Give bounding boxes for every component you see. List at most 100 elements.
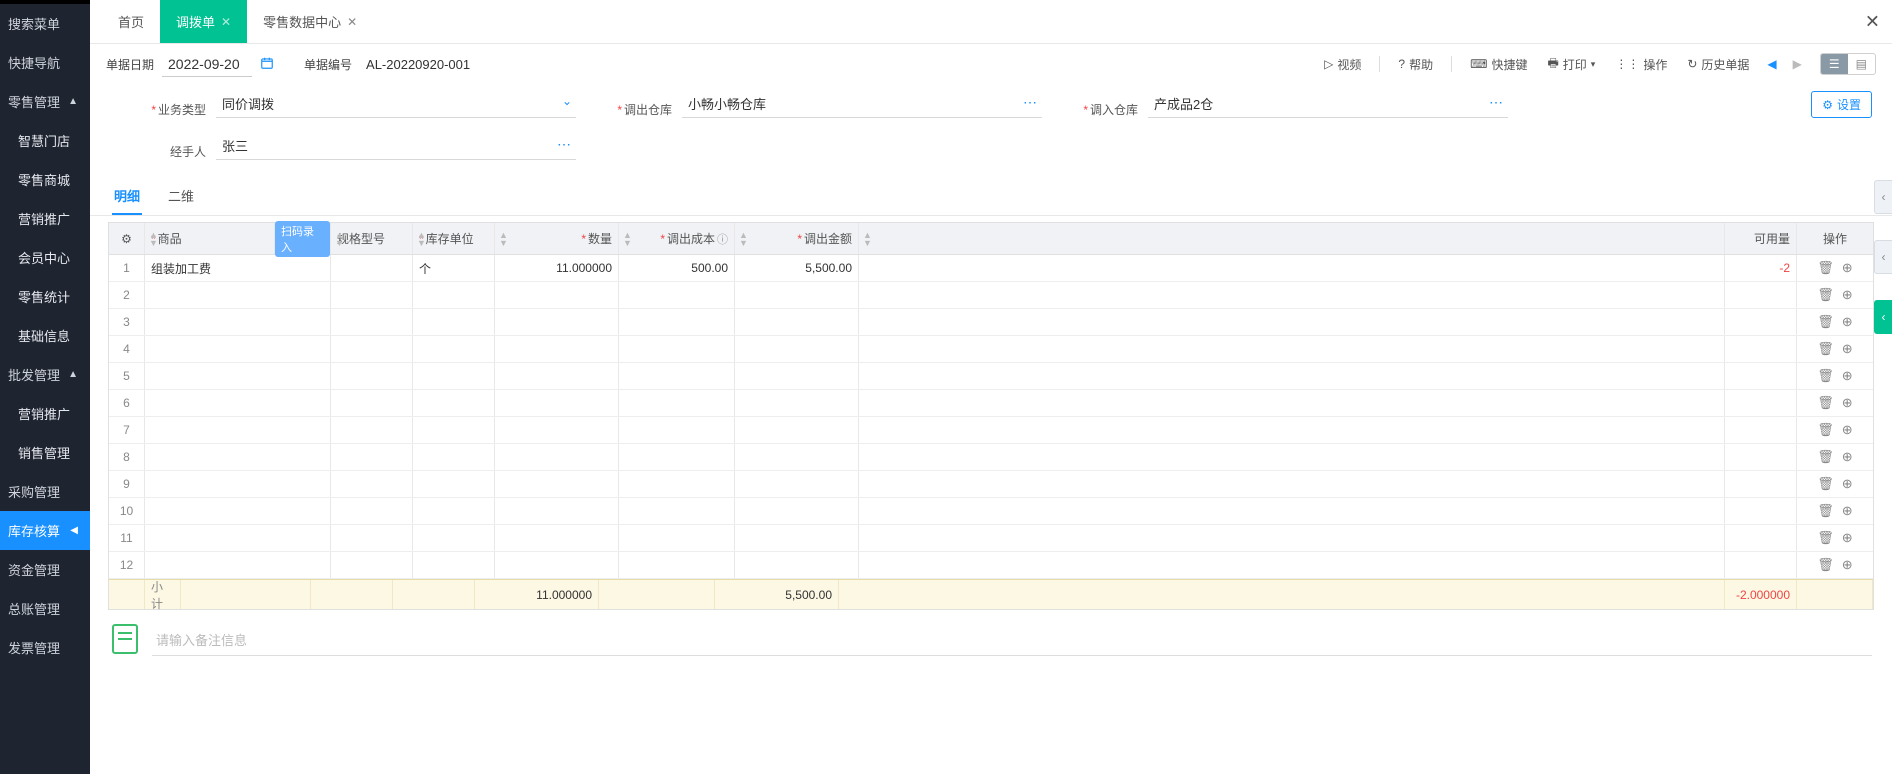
- delete-icon[interactable]: 🗑: [1817, 368, 1834, 384]
- sort-icon[interactable]: ▲▼: [623, 231, 632, 247]
- add-icon[interactable]: ⊕: [1842, 260, 1853, 276]
- add-icon[interactable]: ⊕: [1842, 476, 1853, 492]
- col-unit[interactable]: ▲▼*库存单位: [413, 223, 495, 254]
- business-type-select[interactable]: 同价调拨 ⌄: [216, 90, 576, 118]
- out-warehouse-select[interactable]: 小畅小畅仓库 ⋯: [682, 90, 1042, 118]
- date-input[interactable]: 2022-09-20: [162, 52, 252, 77]
- add-icon[interactable]: ⊕: [1842, 422, 1853, 438]
- history-button[interactable]: ↻历史单据: [1681, 56, 1755, 73]
- scan-button[interactable]: 扫码录入: [275, 221, 330, 257]
- close-icon[interactable]: ✕: [347, 15, 357, 29]
- sort-icon[interactable]: ▲▼: [417, 231, 426, 247]
- col-spec[interactable]: ▲▼规格型号: [331, 223, 413, 254]
- delete-icon[interactable]: 🗑: [1817, 260, 1834, 276]
- sort-icon[interactable]: ▲▼: [335, 231, 344, 247]
- sidebar-item-15[interactable]: 总账管理: [0, 589, 90, 628]
- col-product[interactable]: ▲▼*商品: [145, 223, 275, 254]
- more-icon[interactable]: ⋯: [1023, 94, 1038, 111]
- delete-icon[interactable]: 🗑: [1817, 395, 1834, 411]
- shortcut-button[interactable]: ⌨快捷键: [1464, 56, 1533, 73]
- tab-0[interactable]: 首页: [102, 0, 160, 43]
- sidebar-item-11[interactable]: 销售管理: [0, 433, 90, 472]
- table-row[interactable]: 1组装加工费个11.000000500.005,500.00-2🗑⊕: [109, 255, 1873, 282]
- sort-icon[interactable]: ▲▼: [149, 231, 158, 247]
- close-icon[interactable]: ✕: [221, 15, 231, 29]
- edge-tab-2[interactable]: ‹: [1874, 240, 1892, 274]
- view-grid-icon[interactable]: ▤: [1848, 54, 1875, 74]
- sidebar-item-16[interactable]: 发票管理: [0, 628, 90, 667]
- add-icon[interactable]: ⊕: [1842, 314, 1853, 330]
- operate-button[interactable]: ⋮⋮操作: [1609, 56, 1673, 73]
- more-icon[interactable]: ⋯: [1489, 94, 1504, 111]
- delete-icon[interactable]: 🗑: [1817, 503, 1834, 519]
- add-icon[interactable]: ⊕: [1842, 368, 1853, 384]
- sidebar-item-5[interactable]: 营销推广: [0, 199, 90, 238]
- sidebar-item-10[interactable]: 营销推广: [0, 394, 90, 433]
- delete-icon[interactable]: 🗑: [1817, 449, 1834, 465]
- add-icon[interactable]: ⊕: [1842, 287, 1853, 303]
- delete-icon[interactable]: 🗑: [1817, 287, 1834, 303]
- tab-detail[interactable]: 明细: [112, 178, 142, 215]
- col-available[interactable]: 可用量: [1725, 223, 1797, 254]
- sort-icon[interactable]: ▲▼: [863, 231, 872, 247]
- table-row[interactable]: 6🗑⊕: [109, 390, 1873, 417]
- close-icon[interactable]: ✕: [1865, 11, 1880, 32]
- remark-input[interactable]: 请输入备注信息: [152, 624, 1872, 656]
- sort-icon[interactable]: ▲▼: [499, 231, 508, 247]
- delete-icon[interactable]: 🗑: [1817, 557, 1834, 573]
- help-button[interactable]: ?帮助: [1392, 56, 1439, 73]
- sidebar-item-7[interactable]: 零售统计: [0, 277, 90, 316]
- sidebar-item-0[interactable]: 搜索菜单: [0, 4, 90, 43]
- table-row[interactable]: 4🗑⊕: [109, 336, 1873, 363]
- edge-tab-1[interactable]: ‹: [1874, 180, 1892, 214]
- delete-icon[interactable]: 🗑: [1817, 341, 1834, 357]
- in-warehouse-select[interactable]: 产成品2仓 ⋯: [1148, 90, 1508, 118]
- calendar-icon[interactable]: [260, 56, 274, 73]
- tab-2d[interactable]: 二维: [166, 178, 196, 215]
- view-list-icon[interactable]: ☰: [1821, 54, 1848, 74]
- chevron-down-icon[interactable]: ⌄: [562, 94, 572, 108]
- table-row[interactable]: 12🗑⊕: [109, 552, 1873, 579]
- sidebar-item-13[interactable]: 库存核算◀: [0, 511, 90, 550]
- add-icon[interactable]: ⊕: [1842, 395, 1853, 411]
- add-icon[interactable]: ⊕: [1842, 503, 1853, 519]
- table-row[interactable]: 2🗑⊕: [109, 282, 1873, 309]
- sidebar-item-2[interactable]: 零售管理▲: [0, 82, 90, 121]
- table-row[interactable]: 3🗑⊕: [109, 309, 1873, 336]
- gear-column[interactable]: ⚙: [109, 223, 145, 254]
- delete-icon[interactable]: 🗑: [1817, 476, 1834, 492]
- add-icon[interactable]: ⊕: [1842, 557, 1853, 573]
- table-row[interactable]: 7🗑⊕: [109, 417, 1873, 444]
- table-row[interactable]: 10🗑⊕: [109, 498, 1873, 525]
- sort-icon[interactable]: ▲▼: [739, 231, 748, 247]
- next-button[interactable]: ▶: [1789, 57, 1806, 71]
- table-row[interactable]: 8🗑⊕: [109, 444, 1873, 471]
- prev-button[interactable]: ◀: [1763, 57, 1780, 71]
- settings-button[interactable]: ⚙设置: [1811, 91, 1872, 118]
- add-icon[interactable]: ⊕: [1842, 449, 1853, 465]
- col-qty[interactable]: ▲▼*数量: [495, 223, 619, 254]
- table-row[interactable]: 5🗑⊕: [109, 363, 1873, 390]
- sidebar-item-6[interactable]: 会员中心: [0, 238, 90, 277]
- sidebar-item-4[interactable]: 零售商城: [0, 160, 90, 199]
- sidebar-item-8[interactable]: 基础信息: [0, 316, 90, 355]
- col-cost[interactable]: ▲▼*调出成本ⓘ: [619, 223, 735, 254]
- sidebar-item-9[interactable]: 批发管理▲: [0, 355, 90, 394]
- delete-icon[interactable]: 🗑: [1817, 422, 1834, 438]
- note-icon[interactable]: [112, 624, 138, 654]
- col-amount[interactable]: ▲▼*调出金额: [735, 223, 859, 254]
- handler-select[interactable]: 张三 ⋯: [216, 132, 576, 160]
- table-row[interactable]: 9🗑⊕: [109, 471, 1873, 498]
- sidebar-item-1[interactable]: 快捷导航: [0, 43, 90, 82]
- video-button[interactable]: ▷视频: [1318, 56, 1367, 73]
- delete-icon[interactable]: 🗑: [1817, 530, 1834, 546]
- sidebar-item-12[interactable]: 采购管理: [0, 472, 90, 511]
- add-icon[interactable]: ⊕: [1842, 341, 1853, 357]
- delete-icon[interactable]: 🗑: [1817, 314, 1834, 330]
- print-button[interactable]: 🖶打印▾: [1541, 54, 1601, 75]
- sidebar-item-3[interactable]: 智慧门店: [0, 121, 90, 160]
- table-row[interactable]: 11🗑⊕: [109, 525, 1873, 552]
- add-icon[interactable]: ⊕: [1842, 530, 1853, 546]
- more-icon[interactable]: ⋯: [557, 136, 572, 153]
- info-icon[interactable]: ⓘ: [717, 231, 728, 247]
